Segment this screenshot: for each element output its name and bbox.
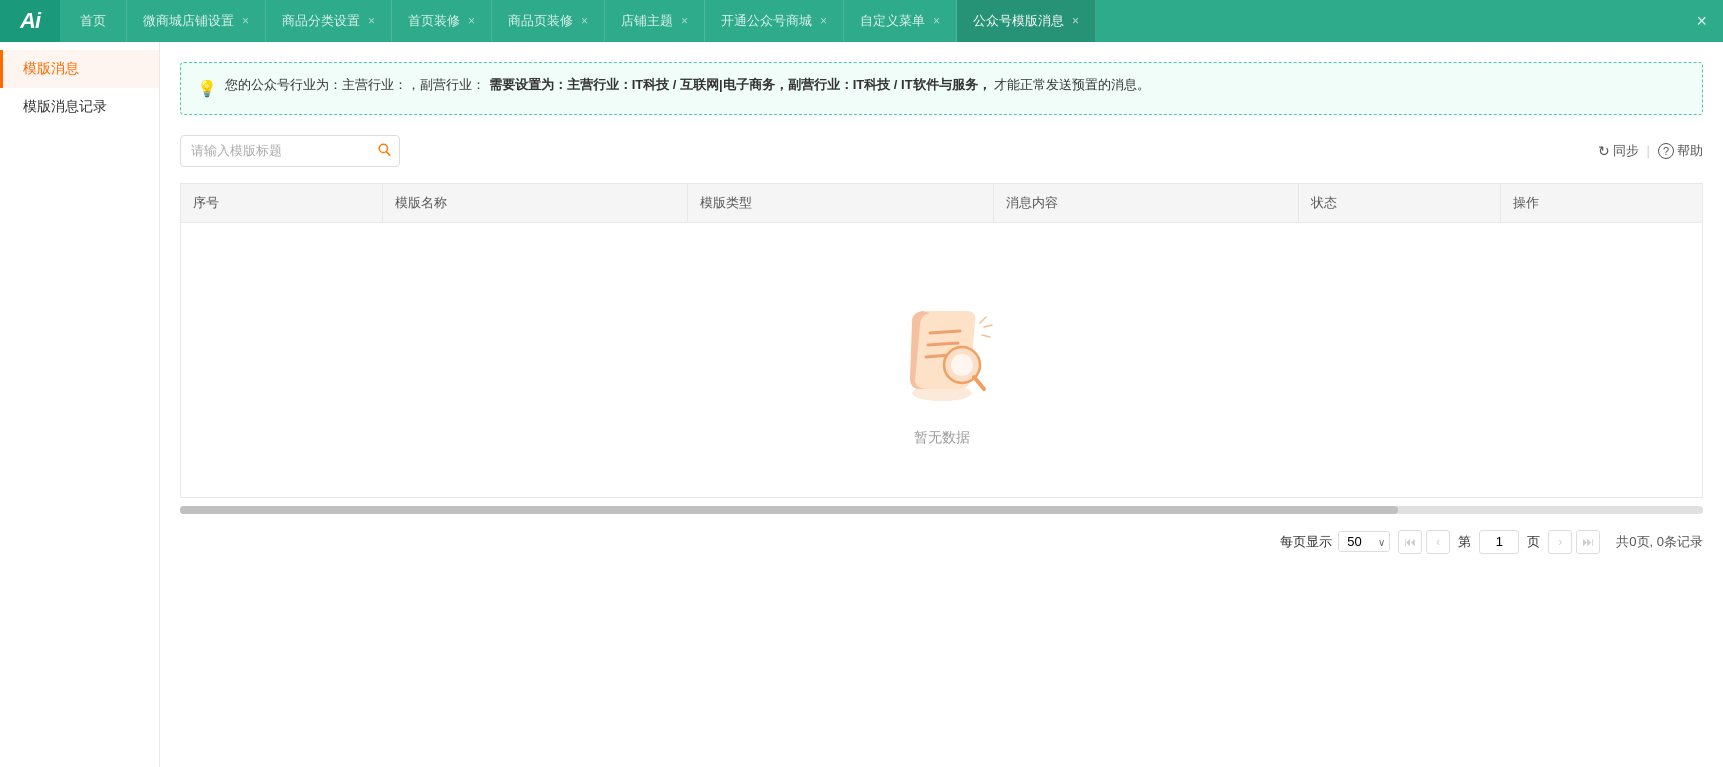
sync-button[interactable]: ↻ 同步 bbox=[1598, 142, 1639, 160]
search-input-wrap bbox=[180, 135, 400, 167]
empty-state: 暂无数据 bbox=[193, 233, 1690, 487]
page-input[interactable] bbox=[1479, 530, 1519, 554]
toolbar-divider: | bbox=[1647, 143, 1650, 158]
empty-text: 暂无数据 bbox=[914, 429, 970, 447]
nav-tab-home[interactable]: 首页 bbox=[60, 0, 127, 42]
per-page-label: 每页显示 bbox=[1280, 533, 1332, 551]
svg-line-8 bbox=[974, 377, 984, 389]
close-all-button[interactable]: × bbox=[1680, 11, 1723, 32]
svg-line-3 bbox=[930, 331, 960, 333]
notice-box: 💡 您的公众号行业为：主营行业：，副营行业： 需要设置为：主营行业：IT科技 /… bbox=[180, 62, 1703, 115]
help-button[interactable]: ? 帮助 bbox=[1658, 142, 1703, 160]
search-bar: ↻ 同步 | ? 帮助 bbox=[180, 135, 1703, 167]
per-page-wrap: 每页显示 102050100 bbox=[1280, 531, 1390, 552]
page-unit: 页 bbox=[1527, 533, 1540, 551]
sync-icon: ↻ bbox=[1598, 143, 1610, 159]
sidebar-item-template-message-log[interactable]: 模版消息记录 bbox=[0, 88, 159, 126]
col-header-action: 操作 bbox=[1500, 183, 1702, 222]
notice-highlight: 需要设置为：主营行业：IT科技 / 互联网|电子商务，副营行业：IT科技 / I… bbox=[489, 77, 991, 92]
help-icon: ? bbox=[1658, 143, 1674, 159]
sidebar: 模版消息模版消息记录 bbox=[0, 42, 160, 767]
tab-close-product-category[interactable]: × bbox=[368, 14, 375, 28]
search-input[interactable] bbox=[180, 135, 400, 167]
nav-tab-product-category[interactable]: 商品分类设置× bbox=[266, 0, 392, 42]
main-layout: 模版消息模版消息记录 💡 您的公众号行业为：主营行业：，副营行业： 需要设置为：… bbox=[0, 42, 1723, 767]
tab-close-custom-menu[interactable]: × bbox=[933, 14, 940, 28]
nav-tab-store-theme[interactable]: 店铺主题× bbox=[605, 0, 705, 42]
scroll-thumb bbox=[180, 506, 1398, 514]
per-page-select-wrap: 102050100 bbox=[1338, 531, 1390, 552]
next-page-button[interactable]: › bbox=[1548, 530, 1572, 554]
sidebar-item-template-message[interactable]: 模版消息 bbox=[0, 50, 159, 88]
page-nav: ⏮ ‹ 第 页 › ⏭ bbox=[1398, 530, 1600, 554]
table-header-row: 序号模版名称模版类型消息内容状态操作 bbox=[181, 183, 1703, 222]
nav-tab-home-decor[interactable]: 首页装修× bbox=[392, 0, 492, 42]
nav-tab-template-msg[interactable]: 公众号模版消息× bbox=[957, 0, 1096, 42]
nav-tab-custom-menu[interactable]: 自定义菜单× bbox=[844, 0, 957, 42]
sidebar-menu: 模版消息模版消息记录 bbox=[0, 50, 159, 126]
pagination: 每页显示 102050100 ⏮ ‹ 第 页 › ⏭ 共0页, 0条记录 bbox=[180, 522, 1703, 554]
table-header: 序号模版名称模版类型消息内容状态操作 bbox=[181, 183, 1703, 222]
nav-tab-store-settings[interactable]: 微商城店铺设置× bbox=[127, 0, 266, 42]
col-header-content: 消息内容 bbox=[993, 183, 1298, 222]
tab-close-product-decor[interactable]: × bbox=[581, 14, 588, 28]
horizontal-scrollbar[interactable] bbox=[180, 506, 1703, 514]
tab-close-store-theme[interactable]: × bbox=[681, 14, 688, 28]
sync-help-bar: ↻ 同步 | ? 帮助 bbox=[1598, 142, 1703, 160]
search-button[interactable] bbox=[377, 142, 392, 160]
col-header-index: 序号 bbox=[181, 183, 383, 222]
per-page-select[interactable]: 102050100 bbox=[1338, 531, 1390, 552]
svg-line-10 bbox=[984, 325, 992, 327]
prev-page-button[interactable]: ‹ bbox=[1426, 530, 1450, 554]
empty-row: 暂无数据 bbox=[181, 222, 1703, 497]
page-label: 第 bbox=[1458, 533, 1471, 551]
sync-label: 同步 bbox=[1613, 142, 1639, 160]
svg-line-9 bbox=[980, 317, 986, 323]
help-label: 帮助 bbox=[1677, 142, 1703, 160]
svg-line-1 bbox=[386, 151, 389, 154]
col-header-type: 模版类型 bbox=[688, 183, 993, 222]
col-header-status: 状态 bbox=[1298, 183, 1500, 222]
top-navigation: Ai 首页微商城店铺设置×商品分类设置×首页装修×商品页装修×店铺主题×开通公众… bbox=[0, 0, 1723, 42]
last-page-button[interactable]: ⏭ bbox=[1576, 530, 1600, 554]
svg-point-7 bbox=[951, 354, 973, 376]
tab-close-store-settings[interactable]: × bbox=[242, 14, 249, 28]
table-body: 暂无数据 bbox=[181, 222, 1703, 497]
total-info: 共0页, 0条记录 bbox=[1616, 533, 1703, 551]
svg-line-11 bbox=[982, 335, 990, 337]
nav-tab-product-decor[interactable]: 商品页装修× bbox=[492, 0, 605, 42]
notice-suffix: 才能正常发送预置的消息。 bbox=[994, 77, 1150, 92]
tab-close-open-mall[interactable]: × bbox=[820, 14, 827, 28]
nav-tab-open-mall[interactable]: 开通公众号商城× bbox=[705, 0, 844, 42]
tab-close-template-msg[interactable]: × bbox=[1072, 14, 1079, 28]
svg-line-4 bbox=[928, 343, 958, 345]
content-area: 💡 您的公众号行业为：主营行业：，副营行业： 需要设置为：主营行业：IT科技 /… bbox=[160, 42, 1723, 767]
app-logo: Ai bbox=[0, 0, 60, 42]
nav-tabs: 首页微商城店铺设置×商品分类设置×首页装修×商品页装修×店铺主题×开通公众号商城… bbox=[60, 0, 1096, 42]
tab-close-home-decor[interactable]: × bbox=[468, 14, 475, 28]
col-header-name: 模版名称 bbox=[383, 183, 688, 222]
first-page-button[interactable]: ⏮ bbox=[1398, 530, 1422, 554]
notice-text: 您的公众号行业为：主营行业：，副营行业： 需要设置为：主营行业：IT科技 / 互… bbox=[225, 75, 1150, 96]
notice-prefix: 您的公众号行业为：主营行业：，副营行业： bbox=[225, 77, 485, 92]
empty-cell: 暂无数据 bbox=[181, 222, 1703, 497]
notice-icon: 💡 bbox=[197, 76, 217, 102]
data-table: 序号模版名称模版类型消息内容状态操作 bbox=[180, 183, 1703, 498]
empty-illustration bbox=[882, 293, 1002, 413]
